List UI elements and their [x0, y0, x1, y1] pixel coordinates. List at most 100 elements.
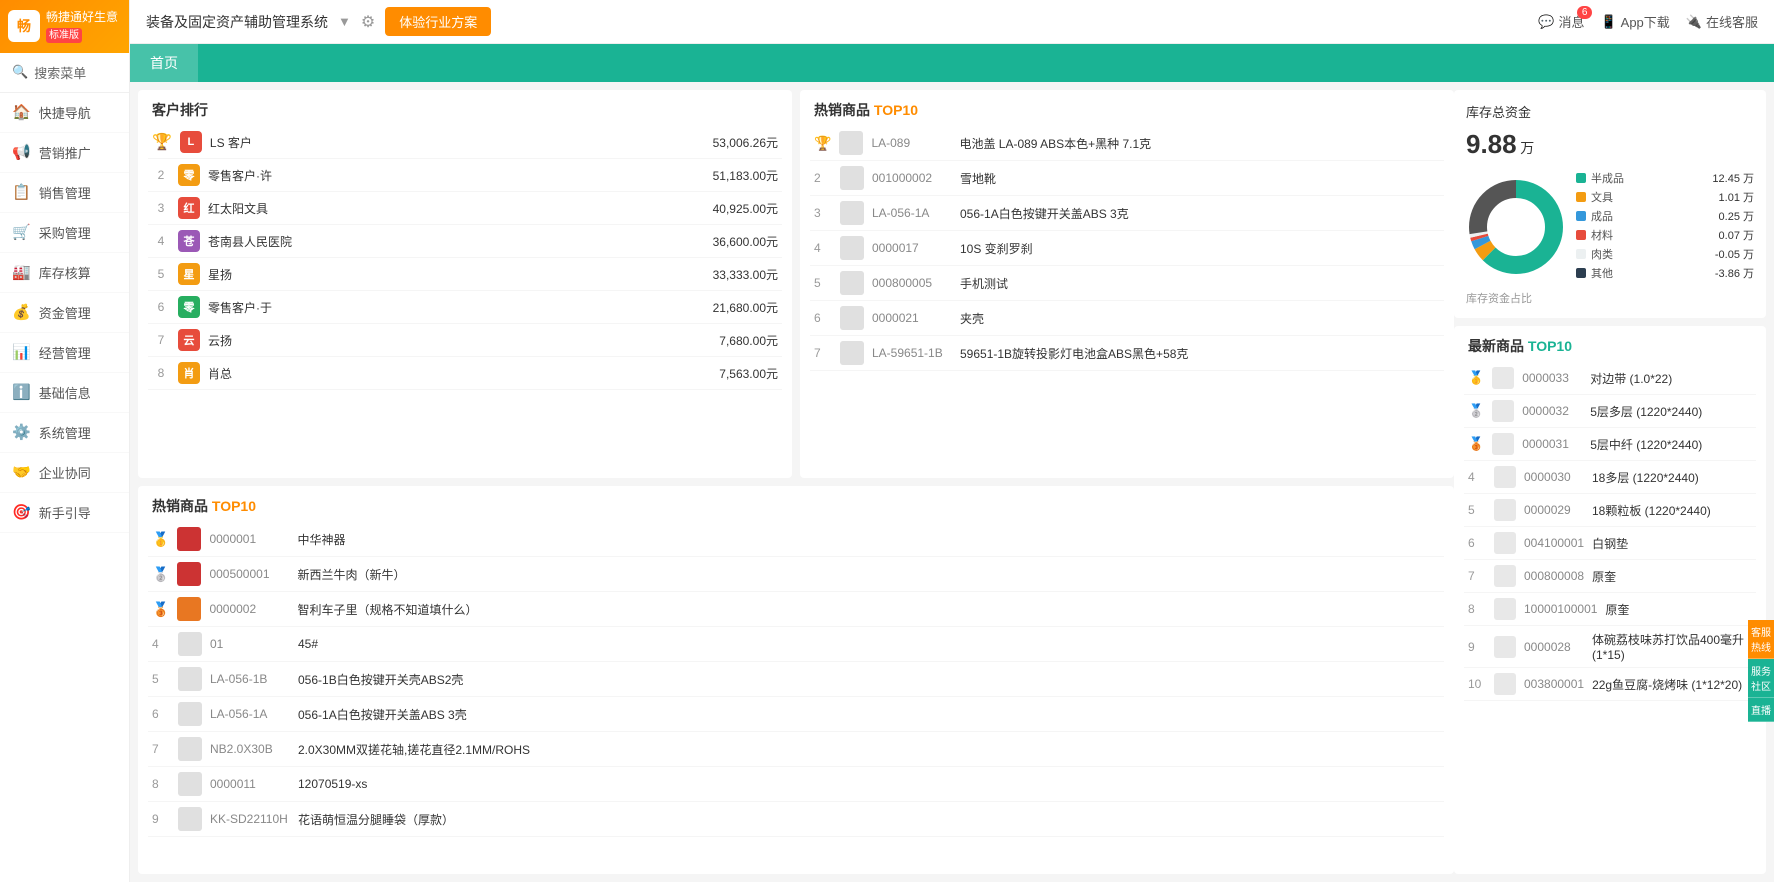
home-icon: 🏠 — [12, 103, 31, 121]
float-live[interactable]: 直播 — [1748, 698, 1774, 722]
inventory-chart-area: 半成品 12.45 万 文具 1.01 万 成品 0.25 万 材料 0.07 … — [1466, 170, 1754, 284]
sidebar-item-basics[interactable]: ℹ️ 基础信息 — [0, 373, 129, 413]
trial-button[interactable]: 体验行业方案 — [385, 7, 491, 36]
main-area: 装备及固定资产辅助管理系统 ▼ ⚙ 体验行业方案 💬 消息 6 📱 App下载 … — [130, 0, 1774, 882]
customer-rank-item: 7 云 云扬 7,680.00元 — [148, 324, 782, 357]
basics-icon: ℹ️ — [12, 383, 31, 401]
hot-product-item: 4 01 45# — [148, 627, 1444, 662]
operations-icon: 📊 — [12, 343, 31, 361]
customer-ranking-header: 客户排行 — [138, 90, 792, 126]
top-product-item: 2 001000002 雪地靴 — [810, 161, 1444, 196]
system-name: 装备及固定资产辅助管理系统 — [146, 12, 328, 32]
sidebar-item-operations[interactable]: 📊 经营管理 — [0, 333, 129, 373]
search-icon: 🔍 — [12, 64, 28, 80]
hot-product-item: 🥈 000500001 新西兰牛肉（新牛） — [148, 557, 1444, 592]
finance-icon: 💰 — [12, 303, 31, 321]
topbar: 装备及固定资产辅助管理系统 ▼ ⚙ 体验行业方案 💬 消息 6 📱 App下载 … — [130, 0, 1774, 44]
tab-home[interactable]: 首页 — [130, 44, 198, 82]
message-icon: 💬 — [1538, 14, 1554, 30]
new-products-list: 🥇 0000033 对边带 (1.0*22) 🥈 0000032 5层多层 (1… — [1454, 362, 1766, 874]
collab-icon: 🤝 — [12, 463, 31, 481]
legend-item: 材料 0.07 万 — [1576, 227, 1754, 243]
customer-ranking-panel: 客户排行 🏆 L LS 客户 53,006.26元 2 零 零售客户·许 51,… — [138, 90, 792, 478]
inventory-panel: 库存总资金 9.88 万 — [1454, 90, 1766, 318]
sidebar-item-collab[interactable]: 🤝 企业协同 — [0, 453, 129, 493]
customer-rank-item: 3 红 红太阳文具 40,925.00元 — [148, 192, 782, 225]
topbar-right: 💬 消息 6 📱 App下载 🔌 在线客服 — [1538, 12, 1758, 31]
message-button[interactable]: 💬 消息 6 — [1538, 12, 1584, 31]
new-product-item: 10 003800001 22g鱼豆腐-烧烤味 (1*12*20) — [1464, 668, 1756, 701]
hot-products-list: 🥇 0000001 中华神器 🥈 000500001 新西兰牛肉（新牛） 🥉 0… — [138, 522, 1454, 874]
marketing-icon: 📢 — [12, 143, 31, 161]
inventory-big-num: 9.88 — [1466, 129, 1517, 159]
nav-tabs: 首页 — [130, 44, 1774, 82]
hot-product-item: 🥇 0000001 中华神器 — [148, 522, 1444, 557]
guide-icon: 🎯 — [12, 503, 31, 521]
sidebar-item-guide[interactable]: 🎯 新手引导 — [0, 493, 129, 533]
sidebar-item-system[interactable]: ⚙️ 系统管理 — [0, 413, 129, 453]
new-product-item: 8 10000100001 原奎 — [1464, 593, 1756, 626]
new-product-item: 🥈 0000032 5层多层 (1220*2440) — [1464, 395, 1756, 428]
hot-product-item: 7 NB2.0X30B 2.0X30MM双搓花轴,搓花直径2.1MM/ROHS — [148, 732, 1444, 767]
sidebar-logo: 畅 畅捷通好生意 标准版 — [0, 0, 129, 53]
logo-badge: 标准版 — [46, 28, 82, 43]
top-product-item: 6 0000021 夹壳 — [810, 301, 1444, 336]
new-product-item: 6 004100001 白钢垫 — [1464, 527, 1756, 560]
right-panel: 库存总资金 9.88 万 — [1454, 82, 1774, 882]
service-button[interactable]: 🔌 在线客服 — [1686, 12, 1758, 31]
new-product-item: 5 0000029 18颗粒板 (1220*2440) — [1464, 494, 1756, 527]
new-product-item: 🥇 0000033 对边带 (1.0*22) — [1464, 362, 1756, 395]
customer-rank-item: 6 零 零售客户·于 21,680.00元 — [148, 291, 782, 324]
top-product-item: 5 000800005 手机测试 — [810, 266, 1444, 301]
float-service[interactable]: 客服热线 — [1748, 620, 1774, 659]
legend-item: 其他 -3.86 万 — [1576, 265, 1754, 281]
customer-rank-item: 8 肖 肖总 7,563.00元 — [148, 357, 782, 390]
top-products-header: 热销商品 TOP10 — [800, 90, 1454, 126]
customer-rank-item: 🏆 L LS 客户 53,006.26元 — [148, 126, 782, 159]
app-download-button[interactable]: 📱 App下载 — [1600, 12, 1669, 31]
hot-product-item: 6 LA-056-1A 056-1A白色按键开关盖ABS 3壳 — [148, 697, 1444, 732]
inventory-icon: 🏭 — [12, 263, 31, 281]
legend-item: 成品 0.25 万 — [1576, 208, 1754, 224]
hot-products-panel: 热销商品 TOP10 🥇 0000001 中华神器 🥈 000500001 新西… — [138, 486, 1454, 874]
hot-product-item: 8 0000011 12070519-xs — [148, 767, 1444, 802]
sidebar-item-inventory[interactable]: 🏭 库存核算 — [0, 253, 129, 293]
new-product-item: 9 0000028 体碗荔枝味苏打饮品400毫升 (1*15) — [1464, 626, 1756, 668]
sidebar-search[interactable]: 🔍 搜索菜单 — [0, 53, 129, 93]
phone-icon: 📱 — [1600, 14, 1616, 30]
content: 客户排行 🏆 L LS 客户 53,006.26元 2 零 零售客户·许 51,… — [130, 82, 1774, 882]
customer-rank-list: 🏆 L LS 客户 53,006.26元 2 零 零售客户·许 51,183.0… — [138, 126, 792, 478]
top-product-item: 3 LA-056-1A 056-1A白色按键开关盖ABS 3克 — [810, 196, 1444, 231]
customer-rank-item: 4 苍 苍南县人民医院 36,600.00元 — [148, 225, 782, 258]
dropdown-icon[interactable]: ▼ — [338, 14, 351, 29]
sidebar-item-finance[interactable]: 💰 资金管理 — [0, 293, 129, 333]
inventory-title: 库存总资金 — [1466, 102, 1754, 121]
sidebar-item-marketing[interactable]: 📢 营销推广 — [0, 133, 129, 173]
float-buttons: 客服热线 服务社区 直播 — [1748, 620, 1774, 722]
hot-product-item: 9 KK-SD22110H 花语萌恒温分腿睡袋（厚款） — [148, 802, 1444, 837]
top-product-item: 7 LA-59651-1B 59651-1B旋转投影灯电池盒ABS黑色+58克 — [810, 336, 1444, 371]
donut-chart — [1466, 177, 1566, 277]
inventory-unit: 万 — [1520, 140, 1534, 156]
float-community[interactable]: 服务社区 — [1748, 659, 1774, 698]
legend-item: 肉类 -0.05 万 — [1576, 246, 1754, 262]
sidebar-item-purchase[interactable]: 🛒 采购管理 — [0, 213, 129, 253]
inventory-caption: 库存资金占比 — [1466, 290, 1754, 306]
legend-item: 文具 1.01 万 — [1576, 189, 1754, 205]
service-icon: 🔌 — [1686, 14, 1702, 30]
hot-product-item: 🥉 0000002 智利车子里（规格不知道填什么） — [148, 592, 1444, 627]
logo-text: 畅捷通好生意 标准版 — [46, 10, 118, 43]
customer-rank-item: 2 零 零售客户·许 51,183.00元 — [148, 159, 782, 192]
sidebar: 畅 畅捷通好生意 标准版 🔍 搜索菜单 🏠 快捷导航 📢 营销推广 📋 销售管理… — [0, 0, 130, 882]
inventory-amount: 9.88 万 — [1466, 129, 1754, 160]
sidebar-item-nav[interactable]: 🏠 快捷导航 — [0, 93, 129, 133]
gear-icon[interactable]: ⚙ — [361, 12, 375, 32]
new-product-item: 7 000800008 原奎 — [1464, 560, 1756, 593]
new-product-item: 4 0000030 18多层 (1220*2440) — [1464, 461, 1756, 494]
legend-item: 半成品 12.45 万 — [1576, 170, 1754, 186]
system-icon: ⚙️ — [12, 423, 31, 441]
top-products-panel: 热销商品 TOP10 🏆 LA-089 电池盖 LA-089 ABS本色+黑种 … — [800, 90, 1454, 478]
purchase-icon: 🛒 — [12, 223, 31, 241]
sidebar-item-sales[interactable]: 📋 销售管理 — [0, 173, 129, 213]
top-product-item: 4 0000017 10S 变刹罗刹 — [810, 231, 1444, 266]
